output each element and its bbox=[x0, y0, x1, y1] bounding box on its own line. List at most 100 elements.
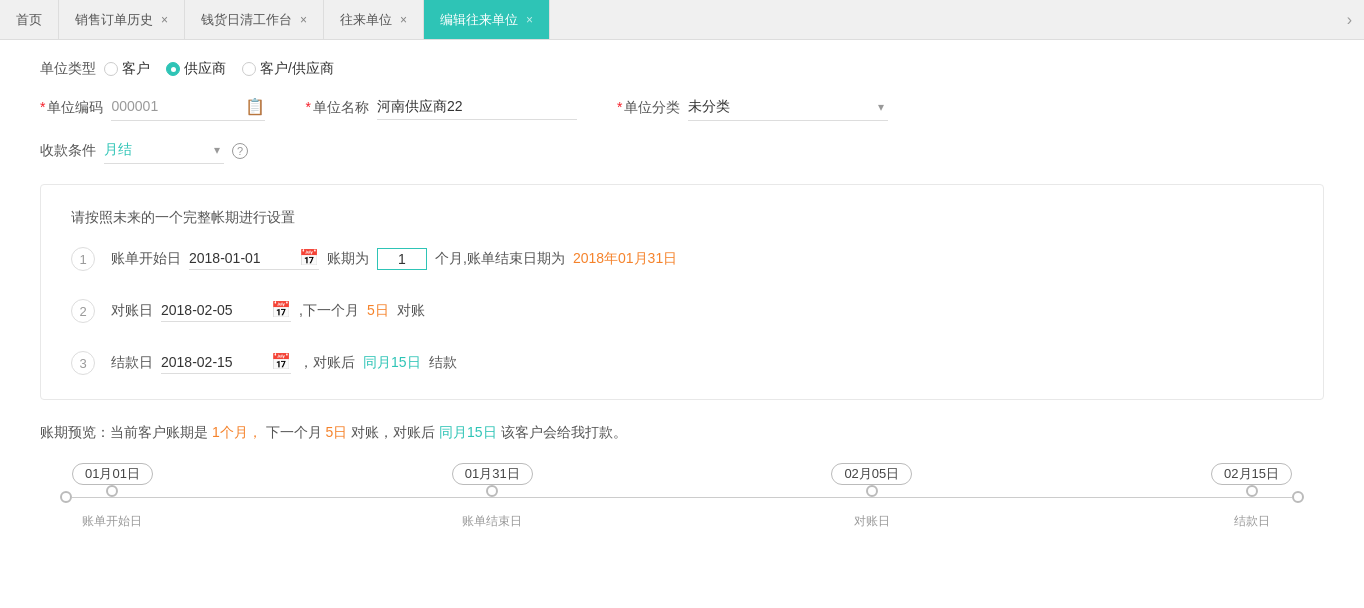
step-2-label: 对账日 bbox=[111, 302, 153, 320]
step-3-suffix-2: 结款 bbox=[429, 354, 457, 372]
step-3-date-input[interactable] bbox=[161, 354, 261, 370]
unit-category-chevron-icon: ▾ bbox=[878, 100, 884, 114]
timeline-node-1: 01月01日 账单开始日 bbox=[72, 491, 153, 530]
unit-name-input[interactable] bbox=[377, 95, 577, 120]
tab-bar: 首页 销售订单历史 × 钱货日清工作台 × 往来单位 × 编辑往来单位 × › bbox=[0, 0, 1364, 40]
timeline-node-4: 02月15日 结款日 bbox=[1211, 491, 1292, 530]
payment-terms-row: 收款条件 月结 ▾ ? bbox=[40, 137, 1324, 164]
step-2-date-wrapper: 📅 bbox=[161, 300, 291, 322]
step-1-content: 账单开始日 📅 账期为 个月,账单结束日期为 2018年01月31日 bbox=[111, 248, 677, 270]
tab-home-label: 首页 bbox=[16, 11, 42, 29]
tab-partner-units[interactable]: 往来单位 × bbox=[324, 0, 424, 39]
preview-after-reconcile: 对账，对账后 bbox=[351, 424, 435, 440]
step-2-date-input[interactable] bbox=[161, 302, 261, 318]
step-1-suffix-1: 账期为 bbox=[327, 250, 369, 268]
preview-section: 账期预览：当前客户账期是 1个月， 下一个月 5日 对账，对账后 同月15日 该… bbox=[40, 420, 1324, 445]
step-3-label: 结款日 bbox=[111, 354, 153, 372]
radio-supplier-label: 供应商 bbox=[184, 60, 226, 78]
payment-terms-help-icon[interactable]: ? bbox=[232, 143, 248, 159]
timeline-node-4-label: 结款日 bbox=[1234, 513, 1270, 530]
step-3-date-wrapper: 📅 bbox=[161, 352, 291, 374]
unit-code-copy-icon[interactable]: 📋 bbox=[245, 97, 265, 116]
step-1-number: 1 bbox=[71, 247, 95, 271]
unit-code-required: * bbox=[40, 99, 45, 115]
step-2-suffix-2: 对账 bbox=[397, 302, 425, 320]
preview-mid: 下一个月 bbox=[266, 424, 322, 440]
unit-info-row: *单位编码 📋 *单位名称 *单位分类 未分类 ▾ bbox=[40, 94, 1324, 121]
timeline-node-2-pill: 01月31日 bbox=[452, 463, 533, 485]
close-edit-partner-unit-icon[interactable]: × bbox=[526, 13, 533, 27]
radio-supplier-circle bbox=[166, 62, 180, 76]
tab-cash-reconciliation-label: 钱货日清工作台 bbox=[201, 11, 292, 29]
tab-partner-units-label: 往来单位 bbox=[340, 11, 392, 29]
unit-name-field: *单位名称 bbox=[305, 95, 576, 120]
timeline-node-1-pill: 01月01日 bbox=[72, 463, 153, 485]
radio-supplier[interactable]: 供应商 bbox=[166, 60, 226, 78]
unit-code-input[interactable] bbox=[111, 94, 241, 118]
timeline-node-4-circle bbox=[1246, 485, 1258, 497]
unit-type-field: 单位类型 客户 供应商 客户/供应商 bbox=[40, 60, 334, 78]
billing-cycle-panel: 请按照未来的一个完整帐期进行设置 1 账单开始日 📅 账期为 个月,账单结束日期… bbox=[40, 184, 1324, 400]
close-sales-order-history-icon[interactable]: × bbox=[161, 13, 168, 27]
radio-both-label: 客户/供应商 bbox=[260, 60, 334, 78]
radio-customer[interactable]: 客户 bbox=[104, 60, 150, 78]
step-3-content: 结款日 📅 ，对账后 同月15日 结款 bbox=[111, 352, 457, 374]
unit-code-field: *单位编码 📋 bbox=[40, 94, 265, 121]
close-cash-reconciliation-icon[interactable]: × bbox=[300, 13, 307, 27]
unit-code-label: *单位编码 bbox=[40, 99, 103, 117]
payment-terms-chevron-icon: ▾ bbox=[214, 143, 220, 157]
timeline-start-dot bbox=[60, 491, 72, 503]
close-partner-units-icon[interactable]: × bbox=[400, 13, 407, 27]
timeline-node-1-label: 账单开始日 bbox=[82, 513, 142, 530]
step-1-label: 账单开始日 bbox=[111, 250, 181, 268]
step-2-content: 对账日 📅 ,下一个月 5日 对账 bbox=[111, 300, 425, 322]
preview-prefix: 账期预览：当前客户账期是 bbox=[40, 424, 208, 440]
tab-home[interactable]: 首页 bbox=[0, 0, 59, 39]
preview-reconcile-highlight: 5日 bbox=[325, 424, 347, 440]
panel-instruction: 请按照未来的一个完整帐期进行设置 bbox=[71, 209, 1293, 227]
step-3-number: 3 bbox=[71, 351, 95, 375]
timeline-node-3: 02月05日 对账日 bbox=[831, 491, 912, 530]
unit-category-required: * bbox=[617, 99, 622, 115]
timeline-node-2: 01月31日 账单结束日 bbox=[452, 491, 533, 530]
tab-edit-partner-unit[interactable]: 编辑往来单位 × bbox=[424, 0, 550, 39]
step-1-end-date: 2018年01月31日 bbox=[573, 250, 677, 268]
tab-edit-partner-unit-label: 编辑往来单位 bbox=[440, 11, 518, 29]
radio-customer-label: 客户 bbox=[122, 60, 150, 78]
tab-sales-order-history-label: 销售订单历史 bbox=[75, 11, 153, 29]
unit-category-field: *单位分类 未分类 ▾ bbox=[617, 94, 888, 121]
preview-suffix: 该客户会给我打款。 bbox=[501, 424, 627, 440]
payment-terms-select[interactable]: 月结 ▾ bbox=[104, 137, 224, 164]
unit-category-value: 未分类 bbox=[688, 98, 872, 116]
timeline-node-2-circle bbox=[486, 485, 498, 497]
main-content: 单位类型 客户 供应商 客户/供应商 *单位编码 bbox=[0, 40, 1364, 608]
unit-name-label: *单位名称 bbox=[305, 99, 368, 117]
step-1-period-input[interactable] bbox=[377, 248, 427, 270]
unit-category-select[interactable]: 未分类 ▾ bbox=[688, 94, 888, 121]
step-2-row: 2 对账日 📅 ,下一个月 5日 对账 bbox=[71, 299, 1293, 323]
payment-terms-field: 收款条件 月结 ▾ ? bbox=[40, 137, 248, 164]
timeline: 01月01日 账单开始日 01月31日 账单结束日 02月05日 对账日 bbox=[40, 469, 1324, 503]
step-1-row: 1 账单开始日 📅 账期为 个月,账单结束日期为 2018年01月31日 bbox=[71, 247, 1293, 271]
unit-code-input-wrapper: 📋 bbox=[111, 94, 265, 121]
step-1-date-input[interactable] bbox=[189, 250, 289, 266]
timeline-end-dot bbox=[1292, 491, 1304, 503]
radio-both-circle bbox=[242, 62, 256, 76]
timeline-node-3-circle bbox=[866, 485, 878, 497]
step-3-suffix-1: ，对账后 bbox=[299, 354, 355, 372]
radio-both[interactable]: 客户/供应商 bbox=[242, 60, 334, 78]
step-3-calendar-icon[interactable]: 📅 bbox=[271, 352, 291, 371]
timeline-track: 01月01日 账单开始日 01月31日 账单结束日 02月05日 对账日 bbox=[72, 497, 1292, 498]
payment-terms-value: 月结 bbox=[104, 141, 208, 159]
tab-more-button[interactable]: › bbox=[1335, 0, 1364, 39]
step-1-calendar-icon[interactable]: 📅 bbox=[299, 248, 319, 267]
tab-sales-order-history[interactable]: 销售订单历史 × bbox=[59, 0, 185, 39]
tab-cash-reconciliation[interactable]: 钱货日清工作台 × bbox=[185, 0, 324, 39]
step-3-highlight: 同月15日 bbox=[363, 354, 421, 372]
radio-customer-circle bbox=[104, 62, 118, 76]
step-2-calendar-icon[interactable]: 📅 bbox=[271, 300, 291, 319]
payment-terms-label: 收款条件 bbox=[40, 142, 96, 160]
unit-type-row: 单位类型 客户 供应商 客户/供应商 bbox=[40, 60, 1324, 78]
step-2-number: 2 bbox=[71, 299, 95, 323]
step-2-highlight: 5日 bbox=[367, 302, 389, 320]
